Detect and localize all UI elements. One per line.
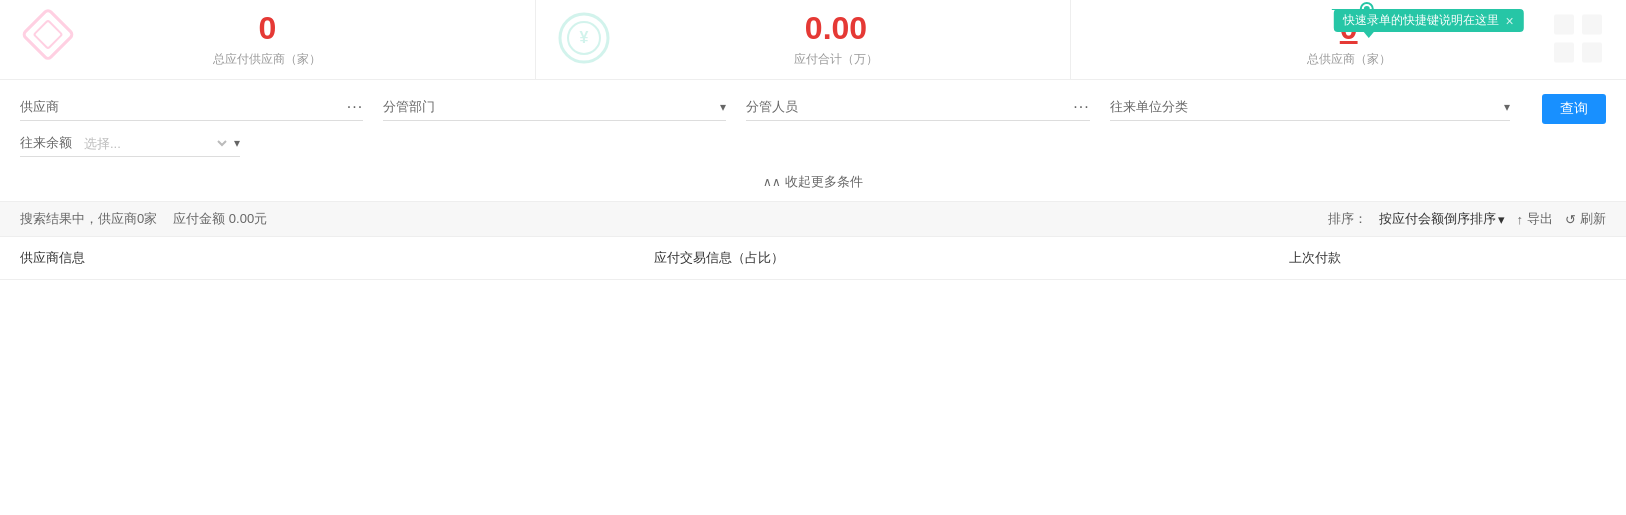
filter-row-1: 供应商 ··· 分管部门 ▾ 分管人员 ··· 往来单位分类 ▾ 查询 <box>20 94 1606 124</box>
unit-class-field: 往来单位分类 ▾ <box>1110 98 1510 121</box>
sort-select[interactable]: 按应付会额倒序排序 ▾ <box>1379 210 1505 228</box>
all-suppliers-stat: 快速录单的快捷键说明在这里 × 0 总供应商（家） <box>1071 0 1626 79</box>
collapse-label: 收起更多条件 <box>785 173 863 191</box>
export-label: 导出 <box>1527 210 1553 228</box>
sort-label: 排序： <box>1328 210 1367 228</box>
payable-total-label: 应付合计（万） <box>794 51 878 68</box>
col-last-payment: 上次付款 <box>1289 249 1606 267</box>
person-field: 分管人员 ··· <box>746 98 1089 121</box>
export-icon: ↑ <box>1517 212 1524 227</box>
svg-rect-1 <box>34 20 62 48</box>
amount-text: 应付金额 0.00元 <box>173 210 267 228</box>
results-summary: 搜索结果中，供应商0家 应付金额 0.00元 <box>20 210 267 228</box>
supplier-label: 供应商 <box>20 98 60 116</box>
svg-rect-5 <box>1554 14 1574 34</box>
supplier-more-btn[interactable]: ··· <box>347 98 363 116</box>
department-input[interactable] <box>443 99 716 114</box>
department-label: 分管部门 <box>383 98 435 116</box>
collapse-up-icon: ∧∧ <box>763 175 781 189</box>
table-header: 供应商信息 应付交易信息（占比） 上次付款 <box>0 237 1626 280</box>
col-payable-info: 应付交易信息（占比） <box>654 249 1288 267</box>
refresh-button[interactable]: ↺ 刷新 <box>1565 210 1606 228</box>
export-button[interactable]: ↑ 导出 <box>1517 210 1554 228</box>
coin-icon: ¥ <box>556 10 612 69</box>
person-label: 分管人员 <box>746 98 798 116</box>
shortcut-tooltip: 快速录单的快捷键说明在这里 × <box>1333 9 1523 32</box>
unit-class-label: 往来单位分类 <box>1110 98 1188 116</box>
suppliers-count-text: 搜索结果中，供应商0家 <box>20 210 157 228</box>
col-supplier-info: 供应商信息 <box>20 249 654 267</box>
refresh-icon: ↺ <box>1565 212 1576 227</box>
total-suppliers-stat: 0 总应付供应商（家） <box>0 0 536 79</box>
unit-class-input[interactable] <box>1196 99 1500 114</box>
tooltip-close-btn[interactable]: × <box>1505 13 1513 29</box>
unit-class-chevron-icon[interactable]: ▾ <box>1504 100 1510 114</box>
supplier-field: 供应商 ··· <box>20 98 363 121</box>
balance-chevron-icon[interactable]: ▾ <box>234 136 240 150</box>
balance-label: 往来余额 <box>20 134 72 152</box>
person-input[interactable] <box>806 99 1069 114</box>
supplier-input[interactable] <box>68 99 343 114</box>
balance-field: 往来余额 选择... ▾ <box>20 134 240 157</box>
sort-chevron-icon: ▾ <box>1498 212 1505 227</box>
svg-rect-6 <box>1582 14 1602 34</box>
filter-row-2: 往来余额 选择... ▾ <box>20 134 1606 157</box>
person-more-btn[interactable]: ··· <box>1073 98 1089 116</box>
total-suppliers-label: 总应付供应商（家） <box>213 51 321 68</box>
filter-bar: 供应商 ··· 分管部门 ▾ 分管人员 ··· 往来单位分类 ▾ 查询 往来余额 <box>0 80 1626 202</box>
svg-text:¥: ¥ <box>579 29 588 46</box>
svg-rect-7 <box>1554 42 1574 62</box>
tile-bg-icon <box>1550 10 1606 69</box>
department-field: 分管部门 ▾ <box>383 98 726 121</box>
tooltip-text: 快速录单的快捷键说明在这里 <box>1343 12 1499 29</box>
table-body <box>0 280 1626 515</box>
svg-rect-8 <box>1582 42 1602 62</box>
collapse-button[interactable]: ∧∧ 收起更多条件 <box>20 167 1606 201</box>
department-chevron-icon[interactable]: ▾ <box>720 100 726 114</box>
refresh-label: 刷新 <box>1580 210 1606 228</box>
balance-select[interactable]: 选择... <box>80 135 230 152</box>
payable-total-stat: ¥ 0.00 应付合计（万） <box>536 0 1072 79</box>
diamond-bg-icon <box>20 6 76 73</box>
total-suppliers-count: 0 <box>258 11 276 46</box>
stats-bar: 0 总应付供应商（家） ¥ 0.00 应付合计（万） 快速录单的快捷键说明在这里… <box>0 0 1626 80</box>
results-bar: 搜索结果中，供应商0家 应付金额 0.00元 排序： 按应付会额倒序排序 ▾ ↑… <box>0 202 1626 237</box>
sort-value: 按应付会额倒序排序 <box>1379 210 1496 228</box>
query-button[interactable]: 查询 <box>1542 94 1606 124</box>
results-actions: 排序： 按应付会额倒序排序 ▾ ↑ 导出 ↺ 刷新 <box>1328 210 1607 228</box>
all-suppliers-label: 总供应商（家） <box>1307 51 1391 68</box>
payable-total-count: 0.00 <box>805 11 867 46</box>
svg-rect-0 <box>23 9 74 60</box>
